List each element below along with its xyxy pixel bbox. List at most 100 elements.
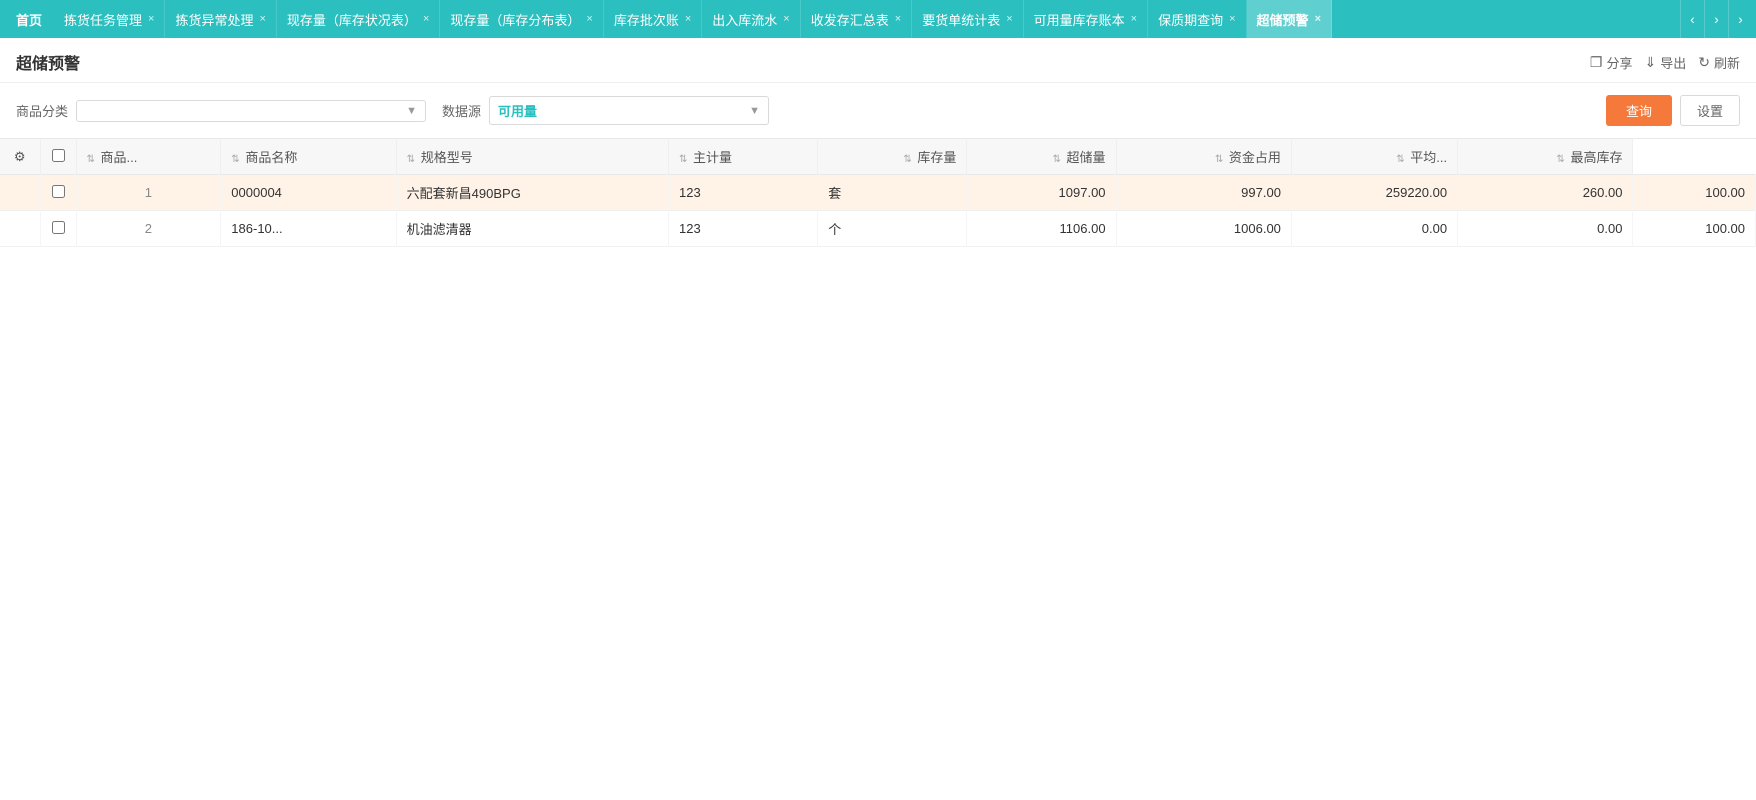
col-unit[interactable]: ⇅ 主计量 <box>669 139 818 175</box>
table-container: ⚙ ⇅ 商品... ⇅ 商品名称 ⇅ 规格型号 <box>0 138 1756 247</box>
nav-item-9[interactable]: 可用量库存账本 × <box>1024 0 1148 38</box>
nav-item-7[interactable]: 收发存汇总表 × <box>801 0 912 38</box>
nav-item-10-label: 保质期查询 <box>1158 10 1223 29</box>
col-spec[interactable]: ⇅ 规格型号 <box>396 139 668 175</box>
datasource-value: 可用量 <box>498 101 537 120</box>
main-table: ⚙ ⇅ 商品... ⇅ 商品名称 ⇅ 规格型号 <box>0 138 1756 247</box>
nav-item-6-close[interactable]: × <box>783 13 789 25</box>
col-max-stock[interactable]: ⇅ 最高库存 <box>1458 139 1633 175</box>
refresh-action[interactable]: ↻ 刷新 <box>1698 53 1740 72</box>
datasource-select[interactable]: 可用量 ▼ <box>489 96 769 125</box>
nav-item-2-label: 拣货异常处理 <box>175 10 253 29</box>
share-icon: ❐ <box>1590 54 1603 71</box>
export-action[interactable]: ⇓ 导出 <box>1645 53 1687 72</box>
nav-item-11-close[interactable]: × <box>1315 13 1321 25</box>
nav-next-button[interactable]: › <box>1704 0 1728 38</box>
col-over-stock[interactable]: ⇅ 超储量 <box>967 139 1116 175</box>
row-checkbox-0 <box>40 175 76 211</box>
nav-item-10[interactable]: 保质期查询 × <box>1148 0 1246 38</box>
row-capital-0: 259220.00 <box>1291 175 1457 211</box>
row-sku-name-0: 六配套新昌490BPG <box>396 175 668 211</box>
nav-item-4-close[interactable]: × <box>586 13 592 25</box>
sort-icon-stock: ⇅ <box>903 154 911 165</box>
nav-item-8[interactable]: 要货单统计表 × <box>912 0 1023 38</box>
filter-category: 商品分类 ▼ <box>16 100 426 122</box>
nav-item-11[interactable]: 超储预警 × <box>1247 0 1332 38</box>
table-row: 1 0000004 六配套新昌490BPG 123 套 1097.00 997.… <box>0 175 1756 211</box>
nav-item-6-label: 出入库流水 <box>712 10 777 29</box>
sort-icon-avg: ⇅ <box>1396 154 1404 165</box>
select-all-checkbox[interactable] <box>52 149 65 162</box>
refresh-icon: ↻ <box>1698 54 1710 71</box>
nav-item-1[interactable]: 拣货任务管理 × <box>54 0 165 38</box>
sort-icon-sku-name: ⇅ <box>231 154 239 165</box>
nav-item-1-close[interactable]: × <box>148 13 154 25</box>
page-title: 超储预警 <box>16 50 80 74</box>
filter-actions: 查询 设置 <box>1606 95 1740 126</box>
row-sku-code-0: 0000004 <box>221 175 396 211</box>
col-sku-name[interactable]: ⇅ 商品名称 <box>221 139 396 175</box>
gear-icon[interactable]: ⚙ <box>14 149 26 164</box>
col-settings: ⚙ <box>0 139 40 175</box>
nav-item-6[interactable]: 出入库流水 × <box>702 0 800 38</box>
nav-item-4[interactable]: 现存量（库存分布表） × <box>440 0 603 38</box>
sort-icon-capital: ⇅ <box>1215 154 1223 165</box>
row-sku-name-1: 机油滤清器 <box>396 211 668 247</box>
nav-arrows: ‹ › › <box>1680 0 1752 38</box>
row-stock-1: 1106.00 <box>967 211 1116 247</box>
category-dropdown-icon: ▼ <box>406 105 417 117</box>
nav-item-5-close[interactable]: × <box>685 13 691 25</box>
col-stock[interactable]: ⇅ 库存量 <box>818 139 967 175</box>
col-sku-code[interactable]: ⇅ 商品... <box>76 139 221 175</box>
col-checkbox <box>40 139 76 175</box>
filter-datasource: 数据源 可用量 ▼ <box>442 96 769 125</box>
nav-item-7-close[interactable]: × <box>895 13 901 25</box>
nav-home[interactable]: 首页 <box>4 0 54 38</box>
page-actions: ❐ 分享 ⇓ 导出 ↻ 刷新 <box>1590 53 1740 72</box>
col-sku-name-label: 商品名称 <box>245 150 297 165</box>
nav-item-9-close[interactable]: × <box>1131 13 1137 25</box>
export-icon: ⇓ <box>1645 54 1657 71</box>
col-capital-label: 资金占用 <box>1229 150 1281 165</box>
refresh-label: 刷新 <box>1714 53 1740 72</box>
col-avg[interactable]: ⇅ 平均... <box>1291 139 1457 175</box>
row-spec-1: 123 <box>669 211 818 247</box>
row-select-1[interactable] <box>52 221 65 234</box>
col-sku-code-label: 商品... <box>101 150 138 165</box>
nav-item-2[interactable]: 拣货异常处理 × <box>165 0 276 38</box>
nav-item-8-close[interactable]: × <box>1006 13 1012 25</box>
row-num-0: 1 <box>76 175 221 211</box>
category-select[interactable]: ▼ <box>76 100 426 122</box>
row-num-1: 2 <box>76 211 221 247</box>
nav-prev-button[interactable]: ‹ <box>1680 0 1704 38</box>
datasource-dropdown-icon: ▼ <box>749 105 760 117</box>
row-unit-1: 个 <box>818 211 967 247</box>
nav-more-button[interactable]: › <box>1728 0 1752 38</box>
row-over-stock-1: 1006.00 <box>1116 211 1291 247</box>
sort-icon-over-stock: ⇅ <box>1053 154 1061 165</box>
query-button[interactable]: 查询 <box>1606 95 1672 126</box>
nav-item-3-close[interactable]: × <box>423 13 429 25</box>
row-select-0[interactable] <box>52 185 65 198</box>
share-action[interactable]: ❐ 分享 <box>1590 53 1633 72</box>
nav-item-7-label: 收发存汇总表 <box>811 10 889 29</box>
nav-item-3[interactable]: 现存量（库存状况表） × <box>277 0 440 38</box>
table-row: 2 186-10... 机油滤清器 123 个 1106.00 1006.00 … <box>0 211 1756 247</box>
col-unit-label: 主计量 <box>693 150 732 165</box>
export-label: 导出 <box>1660 53 1686 72</box>
row-unit-0: 套 <box>818 175 967 211</box>
nav-item-1-label: 拣货任务管理 <box>64 10 142 29</box>
settings-button[interactable]: 设置 <box>1680 95 1740 126</box>
sort-icon-sku-code: ⇅ <box>87 154 95 165</box>
row-stock-0: 1097.00 <box>967 175 1116 211</box>
row-capital-1: 0.00 <box>1291 211 1457 247</box>
nav-item-5-label: 库存批次账 <box>614 10 679 29</box>
page-header: 超储预警 ❐ 分享 ⇓ 导出 ↻ 刷新 <box>0 38 1756 83</box>
table-header-row: ⚙ ⇅ 商品... ⇅ 商品名称 ⇅ 规格型号 <box>0 139 1756 175</box>
col-capital[interactable]: ⇅ 资金占用 <box>1116 139 1291 175</box>
nav-item-11-label: 超储预警 <box>1257 10 1309 29</box>
nav-item-5[interactable]: 库存批次账 × <box>604 0 702 38</box>
nav-item-4-label: 现存量（库存分布表） <box>450 10 580 29</box>
nav-item-10-close[interactable]: × <box>1229 13 1235 25</box>
nav-item-2-close[interactable]: × <box>259 13 265 25</box>
